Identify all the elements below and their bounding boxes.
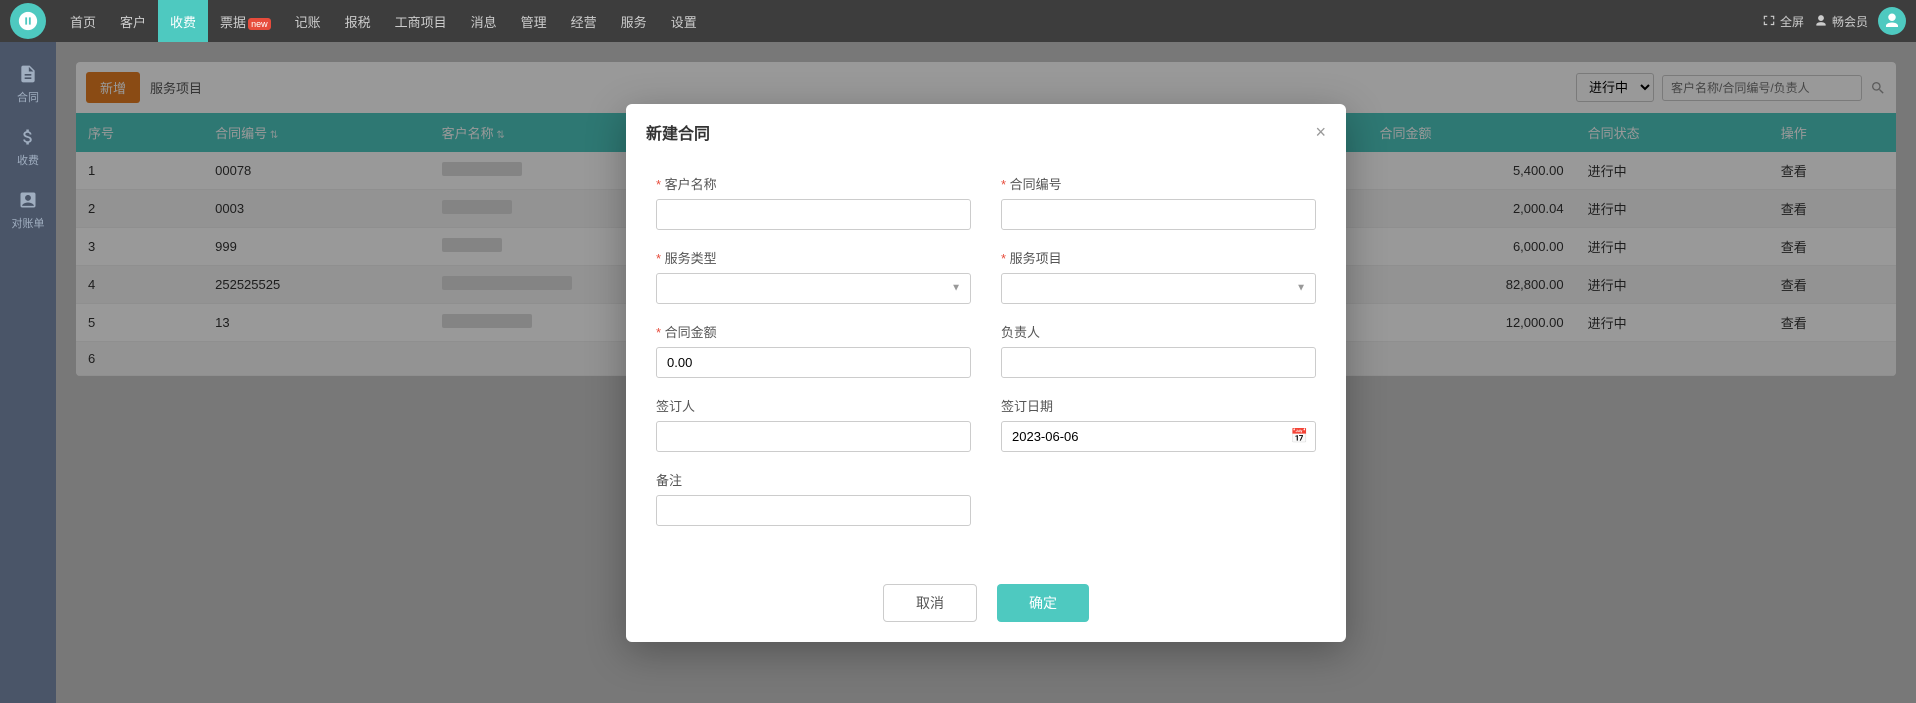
main-layout: 合同 收费 对账单 新增 服务项目 进行中 已完成 [0,42,1916,703]
top-navigation: 首页 客户 收费 票据 new 记账 报税 工商项目 消息 管理 经营 服务 设… [0,0,1916,42]
sidebar: 合同 收费 对账单 [0,42,56,703]
field-contract-amount: 合同金额 [656,322,971,378]
field-customer-name: 客户名称 [656,174,971,230]
field-signer: 签订人 [656,396,971,452]
nav-service[interactable]: 服务 [609,0,659,42]
service-item-wrapper [1001,273,1316,304]
fee-icon [16,125,40,149]
label-responsible: 负责人 [1001,322,1316,341]
label-remark: 备注 [656,470,971,489]
label-signer: 签订人 [656,396,971,415]
nav-fee[interactable]: 收费 [158,0,208,42]
sidebar-item-statement[interactable]: 对账单 [0,178,56,241]
nav-operation[interactable]: 经营 [559,0,609,42]
new-badge: new [248,18,271,30]
field-service-type: 服务类型 [656,248,971,304]
service-type-wrapper [656,273,971,304]
modal-header: 新建合同 × [626,104,1346,154]
form-row-3: 合同金额 负责人 [656,322,1316,378]
contract-icon [16,62,40,86]
field-sign-date: 签订日期 📅 [1001,396,1316,452]
modal-body: 客户名称 合同编号 服务类型 [626,154,1346,574]
nav-message[interactable]: 消息 [459,0,509,42]
date-wrapper: 📅 [1001,421,1316,452]
form-row-2: 服务类型 服务项目 [656,248,1316,304]
field-service-item: 服务项目 [1001,248,1316,304]
nav-commerce[interactable]: 工商项目 [383,0,459,42]
form-row-4: 签订人 签订日期 📅 [656,396,1316,452]
confirm-button[interactable]: 确定 [997,584,1089,622]
app-logo [10,3,46,39]
label-service-type: 服务类型 [656,248,971,267]
logo-icon [17,10,39,32]
new-contract-modal: 新建合同 × 客户名称 合同编号 [626,104,1346,642]
label-sign-date: 签订日期 [1001,396,1316,415]
label-customer-name: 客户名称 [656,174,971,193]
content-area: 新增 服务项目 进行中 已完成 已终止 序号 合同编号 [56,42,1916,703]
input-remark[interactable] [656,495,971,526]
input-customer-name[interactable] [656,199,971,230]
nav-invoice[interactable]: 票据 new [208,0,283,42]
nav-tax[interactable]: 报税 [333,0,383,42]
nav-settings[interactable]: 设置 [659,0,709,42]
calendar-icon[interactable]: 📅 [1291,428,1308,445]
input-contract-amount[interactable] [656,347,971,378]
fullscreen-button[interactable]: 全屏 [1762,13,1804,30]
nav-manage[interactable]: 管理 [509,0,559,42]
modal-close-button[interactable]: × [1315,123,1326,141]
field-contract-no: 合同编号 [1001,174,1316,230]
label-contract-amount: 合同金额 [656,322,971,341]
nav-right-area: 全屏 畅会员 [1762,7,1906,35]
select-service-type[interactable] [656,273,971,304]
field-remark: 备注 [656,470,971,526]
fullscreen-icon [1762,14,1776,28]
input-sign-date[interactable] [1001,421,1316,452]
member-button[interactable]: 畅会员 [1814,13,1868,30]
label-service-item: 服务项目 [1001,248,1316,267]
modal-overlay: 新建合同 × 客户名称 合同编号 [56,42,1916,703]
form-row-1: 客户名称 合同编号 [656,174,1316,230]
avatar-icon [1883,12,1901,30]
modal-title: 新建合同 [646,120,710,144]
sidebar-item-fee[interactable]: 收费 [0,115,56,178]
input-contract-no[interactable] [1001,199,1316,230]
input-responsible[interactable] [1001,347,1316,378]
nav-home[interactable]: 首页 [58,0,108,42]
statement-icon [16,188,40,212]
label-contract-no: 合同编号 [1001,174,1316,193]
member-icon [1814,14,1828,28]
input-signer[interactable] [656,421,971,452]
field-responsible: 负责人 [1001,322,1316,378]
modal-footer: 取消 确定 [626,574,1346,642]
user-avatar[interactable] [1878,7,1906,35]
select-service-item[interactable] [1001,273,1316,304]
form-row-5: 备注 [656,470,1316,526]
nav-customer[interactable]: 客户 [108,0,158,42]
sidebar-item-contract[interactable]: 合同 [0,52,56,115]
cancel-button[interactable]: 取消 [883,584,977,622]
nav-bookkeeping[interactable]: 记账 [283,0,333,42]
